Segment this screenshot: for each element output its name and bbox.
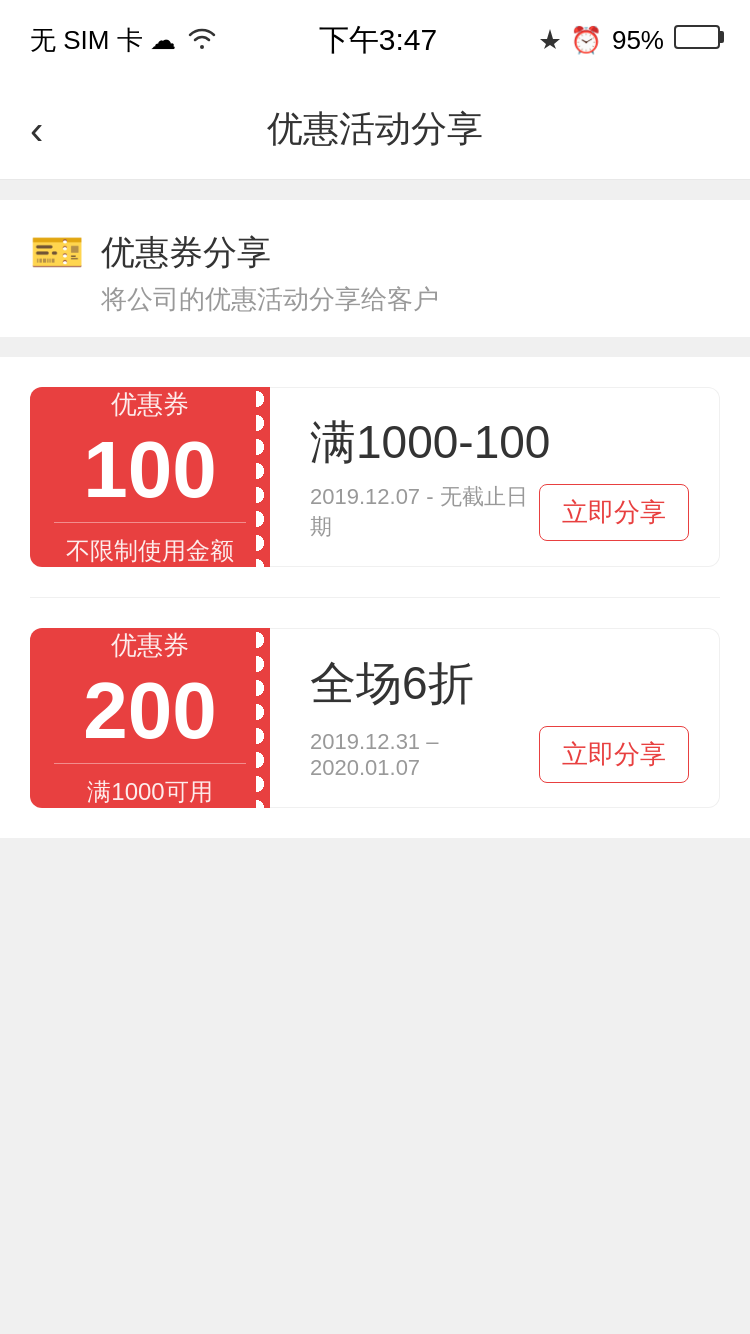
sim-text: 无 SIM 卡 ☁ [30,23,176,58]
share-button-1[interactable]: 立即分享 [539,726,689,783]
coupon-card: 优惠券 200 满1000可用 全场6折 2019.12.31 – 2020.0… [30,598,720,838]
coupon-left-0: 优惠券 100 不限制使用金额 [30,387,270,567]
coupon-date-0: 2019.12.07 - 无截止日期 [310,482,529,542]
coupon-right-1: 全场6折 2019.12.31 – 2020.01.07 立即分享 [270,628,720,808]
coupon-value-1: 200 [83,671,216,751]
alarm-icon: ⏰ [570,25,602,56]
section-text-group: 优惠券分享 将公司的优惠活动分享给客户 [101,230,439,317]
share-button-0[interactable]: 立即分享 [539,484,689,541]
nav-bar: ‹ 优惠活动分享 [0,80,750,180]
battery-icon [674,25,720,56]
coupon-label-1: 优惠券 [111,628,189,663]
section-title: 优惠券分享 [101,230,439,276]
coupon-date-row-1: 2019.12.31 – 2020.01.07 立即分享 [310,726,689,783]
coupon-date-1: 2019.12.31 – 2020.01.07 [310,729,529,781]
coupon-date-row-0: 2019.12.07 - 无截止日期 立即分享 [310,482,689,542]
nav-title: 优惠活动分享 [267,105,483,154]
coupon-name-1: 全场6折 [310,653,689,715]
coupon-left-1: 优惠券 200 满1000可用 [30,628,270,808]
battery-percent: 95% [612,25,664,56]
wifi-icon [188,25,216,56]
coupon-list: 优惠券 100 不限制使用金额 满1000-100 2019.12.07 - 无… [0,357,750,838]
coupon-condition-1: 满1000可用 [77,776,222,808]
coupon-name-0: 满1000-100 [310,412,689,474]
coupon-right-0: 满1000-100 2019.12.07 - 无截止日期 立即分享 [270,387,720,567]
back-button[interactable]: ‹ [30,110,43,150]
coupon-value-0: 100 [83,430,216,510]
coupon-label-0: 优惠券 [111,387,189,422]
status-time: 下午3:47 [319,20,437,61]
status-bar: 无 SIM 卡 ☁ 下午3:47 ⏰ 95% [0,0,750,80]
location-icon [540,25,560,56]
coupon-divider-1 [54,763,246,764]
coupon-condition-0: 不限制使用金额 [56,535,244,567]
coupon-divider-0 [54,522,246,523]
coupon-card: 优惠券 100 不限制使用金额 满1000-100 2019.12.07 - 无… [30,357,720,598]
section-header: 🎫 优惠券分享 将公司的优惠活动分享给客户 [0,200,750,337]
status-right: ⏰ 95% [540,25,720,56]
section-subtitle: 将公司的优惠活动分享给客户 [101,282,439,317]
status-left: 无 SIM 卡 ☁ [30,23,216,58]
coupon-icon: 🎫 [30,230,85,274]
